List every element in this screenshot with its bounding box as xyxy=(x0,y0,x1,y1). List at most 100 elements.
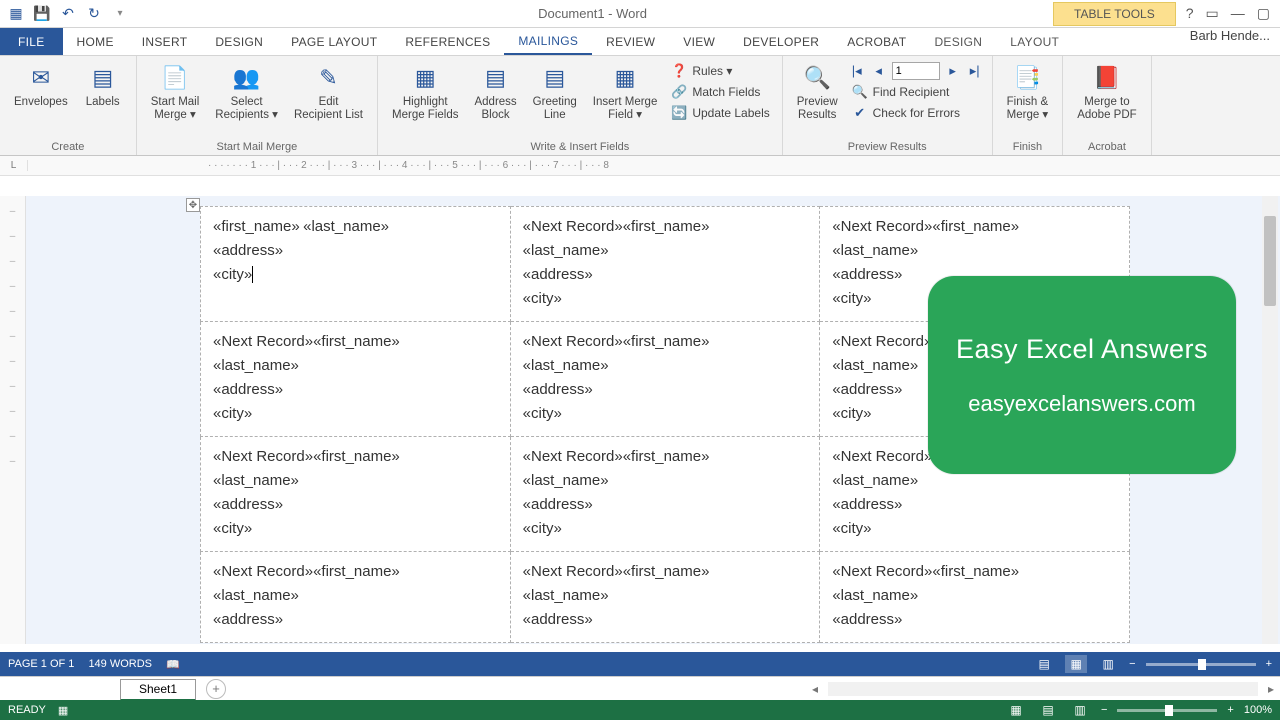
find-recipient-button[interactable]: 🔍Find Recipient xyxy=(848,83,984,101)
tab-table-layout[interactable]: LAYOUT xyxy=(996,28,1073,55)
undo-icon[interactable]: ↶ xyxy=(56,2,80,26)
page-layout-view-icon[interactable]: ▤ xyxy=(1037,701,1059,719)
start-mail-merge-button[interactable]: 📄Start MailMerge ▾ xyxy=(145,60,206,124)
label-cell: «first_name» «last_name» «address» «city… xyxy=(201,207,511,322)
tab-design[interactable]: DESIGN xyxy=(201,28,277,55)
page-indicator[interactable]: PAGE 1 OF 1 xyxy=(8,658,74,670)
tab-review[interactable]: REVIEW xyxy=(592,28,669,55)
print-layout-icon[interactable]: ▦ xyxy=(1065,655,1087,673)
group-label-write: Write & Insert Fields xyxy=(386,139,774,153)
finish-merge-button[interactable]: 📑Finish &Merge ▾ xyxy=(1001,60,1055,124)
tab-acrobat[interactable]: ACROBAT xyxy=(833,28,920,55)
excel-zoom-out-icon[interactable]: − xyxy=(1101,704,1107,716)
start-merge-icon: 📄 xyxy=(159,62,191,94)
preview-results-button[interactable]: 🔍PreviewResults xyxy=(791,60,844,124)
word-count[interactable]: 149 WORDS xyxy=(88,658,152,670)
hscroll-left-icon[interactable]: ◂ xyxy=(806,682,824,696)
qat-customize-icon[interactable]: ▾ xyxy=(108,2,132,26)
envelopes-button[interactable]: ✉Envelopes xyxy=(8,60,74,111)
zoom-slider[interactable] xyxy=(1146,663,1256,666)
ribbon-display-icon[interactable]: ▭ xyxy=(1206,5,1219,22)
excel-zoom-slider[interactable] xyxy=(1117,709,1217,712)
redo-icon[interactable]: ↻ xyxy=(82,2,106,26)
sheet-tab[interactable]: Sheet1 xyxy=(120,679,196,701)
label-cell: «Next Record»«first_name»«last_name»«add… xyxy=(510,552,820,643)
edit-list-icon: ✎ xyxy=(312,62,344,94)
edit-recipient-list-button[interactable]: ✎EditRecipient List xyxy=(288,60,369,124)
excel-zoom-thumb[interactable] xyxy=(1165,705,1173,716)
macro-record-icon[interactable]: ▦ xyxy=(58,704,68,717)
address-block-button[interactable]: ▤AddressBlock xyxy=(468,60,522,124)
horizontal-scrollbar[interactable] xyxy=(828,682,1258,696)
label-cell: «Next Record»«first_name»«last_name»«add… xyxy=(510,437,820,552)
select-recipients-button[interactable]: 👥SelectRecipients ▾ xyxy=(209,60,284,124)
spelling-icon[interactable]: 📖 xyxy=(166,658,180,671)
zoom-percent[interactable]: 100% xyxy=(1244,704,1272,716)
update-labels-button[interactable]: 🔄Update Labels xyxy=(667,104,773,122)
vertical-ruler[interactable]: ––––––––––– xyxy=(0,196,26,644)
record-number-input[interactable] xyxy=(892,62,940,80)
ribbon-tabs: FILE HOME INSERT DESIGN PAGE LAYOUT REFE… xyxy=(0,28,1280,56)
greeting-line-button[interactable]: ▤GreetingLine xyxy=(527,60,583,124)
preview-icon: 🔍 xyxy=(801,62,833,94)
labels-icon: ▤ xyxy=(87,62,119,94)
word-app-icon[interactable]: ▦ xyxy=(4,2,28,26)
ruler-corner: L xyxy=(0,160,28,171)
group-label-preview: Preview Results xyxy=(791,139,984,153)
normal-view-icon[interactable]: ▦ xyxy=(1005,701,1027,719)
labels-button[interactable]: ▤Labels xyxy=(78,60,128,111)
label-cell: «Next Record»«first_name»«last_name»«add… xyxy=(201,437,511,552)
zoom-in-icon[interactable]: + xyxy=(1266,658,1272,670)
zoom-thumb[interactable] xyxy=(1198,659,1206,670)
word-status-bar: PAGE 1 OF 1 149 WORDS 📖 ▤ ▦ ▥ − + xyxy=(0,652,1280,676)
tab-page-layout[interactable]: PAGE LAYOUT xyxy=(277,28,391,55)
minimize-icon[interactable]: — xyxy=(1231,5,1245,22)
tab-table-design[interactable]: DESIGN xyxy=(920,28,996,55)
tab-home[interactable]: HOME xyxy=(63,28,128,55)
hscroll-right-icon[interactable]: ▸ xyxy=(1262,682,1280,696)
match-icon: 🔗 xyxy=(671,84,687,100)
label-cell: «Next Record»«first_name»«last_name»«add… xyxy=(201,552,511,643)
group-start-mail-merge: 📄Start MailMerge ▾ 👥SelectRecipients ▾ ✎… xyxy=(137,56,378,155)
save-icon[interactable]: 💾 xyxy=(30,2,54,26)
zoom-out-icon[interactable]: − xyxy=(1129,658,1135,670)
horizontal-ruler[interactable]: · · · · · · · 1 · · · | · · · 2 · · · | … xyxy=(28,160,1280,171)
prev-record-icon[interactable]: ◂ xyxy=(870,62,888,80)
label-cell: «Next Record»«first_name»«last_name»«add… xyxy=(820,552,1130,643)
ready-indicator: READY xyxy=(8,704,46,716)
title-bar: ▦ 💾 ↶ ↻ ▾ Document1 - Word TABLE TOOLS ?… xyxy=(0,0,1280,28)
rules-button[interactable]: ❓Rules ▾ xyxy=(667,62,773,80)
merge-to-pdf-button[interactable]: 📕Merge toAdobe PDF xyxy=(1071,60,1142,124)
rules-icon: ❓ xyxy=(671,63,687,79)
tab-view[interactable]: VIEW xyxy=(669,28,729,55)
tab-mailings[interactable]: MAILINGS xyxy=(504,28,592,55)
table-move-handle-icon[interactable]: ✥ xyxy=(186,198,200,212)
tab-file[interactable]: FILE xyxy=(0,28,63,55)
check-errors-button[interactable]: ✔Check for Errors xyxy=(848,104,984,122)
badge-url: easyexcelanswers.com xyxy=(968,391,1195,417)
maximize-icon[interactable]: ▢ xyxy=(1257,5,1270,22)
first-record-icon[interactable]: |◂ xyxy=(848,62,866,80)
vertical-scrollbar[interactable] xyxy=(1262,196,1278,644)
highlight-merge-fields-button[interactable]: ▦HighlightMerge Fields xyxy=(386,60,464,124)
user-name[interactable]: Barb Hende... xyxy=(1180,28,1280,55)
ruler-row: L · · · · · · · 1 · · · | · · · 2 · · · … xyxy=(0,156,1280,176)
scroll-thumb[interactable] xyxy=(1264,216,1276,306)
find-icon: 🔍 xyxy=(852,84,868,100)
last-record-icon[interactable]: ▸| xyxy=(966,62,984,80)
web-layout-icon[interactable]: ▥ xyxy=(1097,655,1119,673)
excel-zoom-in-icon[interactable]: + xyxy=(1227,704,1233,716)
insert-merge-field-button[interactable]: ▦Insert MergeField ▾ xyxy=(587,60,664,124)
group-finish: 📑Finish &Merge ▾ Finish xyxy=(993,56,1064,155)
tab-references[interactable]: REFERENCES xyxy=(391,28,504,55)
label-cell: «Next Record»«first_name»«last_name»«add… xyxy=(201,322,511,437)
page-break-view-icon[interactable]: ▥ xyxy=(1069,701,1091,719)
tab-insert[interactable]: INSERT xyxy=(128,28,202,55)
next-record-icon[interactable]: ▸ xyxy=(944,62,962,80)
help-icon[interactable]: ? xyxy=(1186,5,1194,22)
match-fields-button[interactable]: 🔗Match Fields xyxy=(667,83,773,101)
read-mode-icon[interactable]: ▤ xyxy=(1033,655,1055,673)
new-sheet-icon[interactable]: + xyxy=(206,679,226,699)
group-label-start: Start Mail Merge xyxy=(145,139,369,153)
tab-developer[interactable]: DEVELOPER xyxy=(729,28,833,55)
